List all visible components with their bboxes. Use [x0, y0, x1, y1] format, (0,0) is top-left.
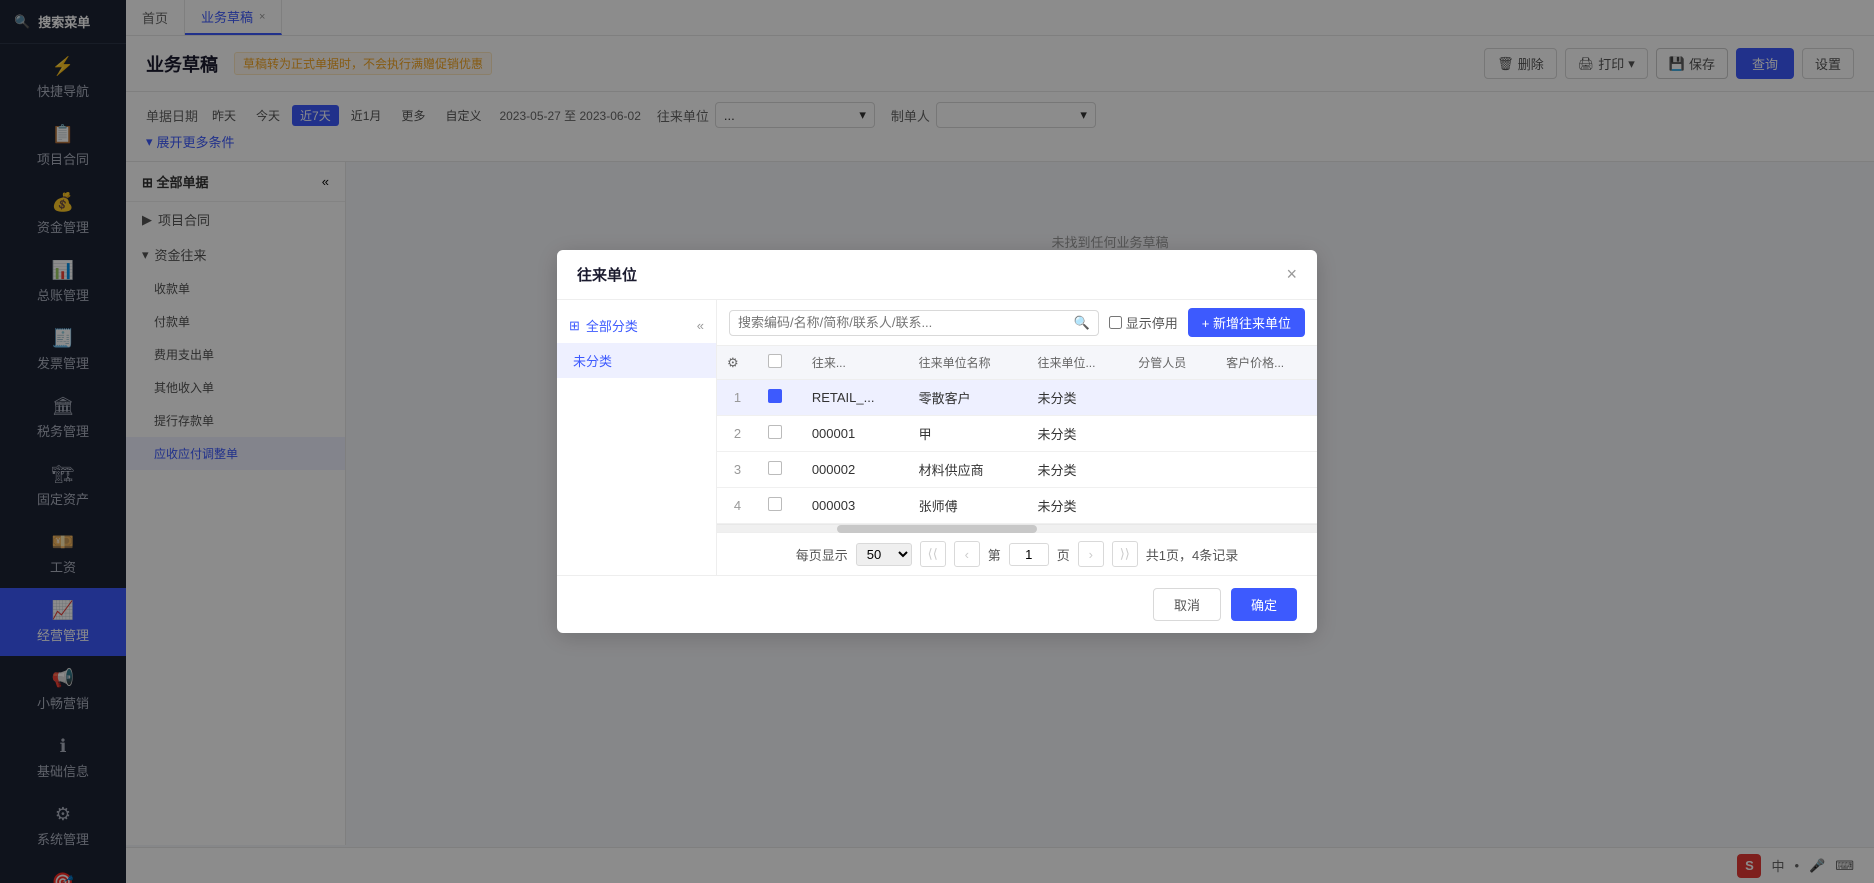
- prev-page-btn[interactable]: ‹: [954, 541, 980, 567]
- row-name: 零散客户: [909, 380, 1028, 416]
- row-select-cb[interactable]: [768, 425, 782, 439]
- row-code: RETAIL_...: [802, 380, 909, 416]
- dialog-toolbar: 🔍 显示停用 + 新增往来单位: [717, 300, 1317, 346]
- row-code: 000003: [802, 488, 909, 524]
- th-category: 往来单位...: [1027, 346, 1128, 380]
- dialog-body: ⊞ 全部分类 « 未分类 🔍 显示停用: [557, 300, 1317, 575]
- th-settings: ⚙: [717, 346, 758, 380]
- row-manager: [1128, 452, 1216, 488]
- th-manager: 分管人员: [1128, 346, 1216, 380]
- row-manager: [1128, 416, 1216, 452]
- category-unclassified[interactable]: 未分类: [557, 343, 716, 378]
- row-category: 未分类: [1027, 452, 1128, 488]
- table-row[interactable]: 2 000001 甲 未分类: [717, 416, 1317, 452]
- dialog-footer: 取消 确定: [557, 575, 1317, 633]
- row-price-level: [1216, 452, 1317, 488]
- dialog-title: 往来单位: [577, 264, 637, 285]
- dialog-close-button[interactable]: ×: [1286, 264, 1297, 285]
- search-box: 🔍: [729, 310, 1099, 336]
- category-all-header[interactable]: ⊞ 全部分类 «: [557, 308, 716, 343]
- row-name: 材料供应商: [909, 452, 1028, 488]
- row-select-cb[interactable]: [768, 461, 782, 475]
- row-category: 未分类: [1027, 488, 1128, 524]
- last-page-btn[interactable]: ⟩⟩: [1112, 541, 1138, 567]
- dialog-header: 往来单位 ×: [557, 250, 1317, 300]
- next-page-btn[interactable]: ›: [1078, 541, 1104, 567]
- per-page-select[interactable]: 50 100: [856, 543, 912, 566]
- search-icon: 🔍: [1074, 315, 1090, 331]
- row-select-cb[interactable]: [768, 497, 782, 511]
- select-all-checkbox[interactable]: [768, 354, 782, 368]
- row-checkbox[interactable]: [758, 488, 802, 524]
- table-header-row: ⚙ 往来... 往来单位名称 往来单位... 分管人员 客户价格...: [717, 346, 1317, 380]
- cancel-button[interactable]: 取消: [1153, 588, 1221, 621]
- row-category: 未分类: [1027, 416, 1128, 452]
- horizontal-scrollbar[interactable]: [717, 524, 1317, 532]
- collapse-btn[interactable]: «: [697, 318, 704, 333]
- table-row[interactable]: 3 000002 材料供应商 未分类: [717, 452, 1317, 488]
- settings-icon: ⚙: [727, 355, 739, 370]
- row-price-level: [1216, 380, 1317, 416]
- row-price-level: [1216, 488, 1317, 524]
- confirm-button[interactable]: 确定: [1231, 588, 1297, 621]
- table-row[interactable]: 4 000003 张师傅 未分类: [717, 488, 1317, 524]
- row-checkbox[interactable]: [758, 416, 802, 452]
- row-price-level: [1216, 416, 1317, 452]
- total-info: 共1页，4条记录: [1146, 545, 1238, 564]
- cat-label: 未分类: [573, 354, 612, 369]
- search-input[interactable]: [738, 315, 1068, 330]
- row-manager: [1128, 488, 1216, 524]
- page-label: 第: [988, 545, 1001, 564]
- partner-dialog: 往来单位 × ⊞ 全部分类 « 未分类: [557, 250, 1317, 633]
- dialog-categories: ⊞ 全部分类 « 未分类: [557, 300, 717, 575]
- row-checkbox[interactable]: [758, 380, 802, 416]
- page-number-input[interactable]: [1009, 543, 1049, 566]
- partner-table: ⚙ 往来... 往来单位名称 往来单位... 分管人员 客户价格... 1: [717, 346, 1317, 524]
- row-name: 甲: [909, 416, 1028, 452]
- first-page-btn[interactable]: ⟨⟨: [920, 541, 946, 567]
- row-num: 4: [717, 488, 758, 524]
- row-code: 000001: [802, 416, 909, 452]
- row-manager: [1128, 380, 1216, 416]
- row-select-cb[interactable]: [768, 389, 782, 403]
- th-price-level: 客户价格...: [1216, 346, 1317, 380]
- add-partner-button[interactable]: + 新增往来单位: [1188, 308, 1305, 337]
- row-checkbox[interactable]: [758, 452, 802, 488]
- row-category: 未分类: [1027, 380, 1128, 416]
- per-page-label: 每页显示: [796, 545, 848, 564]
- row-code: 000002: [802, 452, 909, 488]
- row-name: 张师傅: [909, 488, 1028, 524]
- grid-icon: ⊞: [569, 318, 580, 334]
- show-disabled-label[interactable]: 显示停用: [1109, 313, 1178, 332]
- row-num: 2: [717, 416, 758, 452]
- dialog-overlay: 往来单位 × ⊞ 全部分类 « 未分类: [0, 0, 1874, 883]
- th-name: 往来单位名称: [909, 346, 1028, 380]
- scroll-thumb[interactable]: [837, 525, 1037, 533]
- row-num: 1: [717, 380, 758, 416]
- dialog-right: 🔍 显示停用 + 新增往来单位 ⚙: [717, 300, 1317, 575]
- page-suffix: 页: [1057, 545, 1070, 564]
- table-row[interactable]: 1 RETAIL_... 零散客户 未分类: [717, 380, 1317, 416]
- row-num: 3: [717, 452, 758, 488]
- dialog-table: ⚙ 往来... 往来单位名称 往来单位... 分管人员 客户价格... 1: [717, 346, 1317, 524]
- show-disabled-checkbox[interactable]: [1109, 316, 1122, 329]
- th-code: 往来...: [802, 346, 909, 380]
- th-checkbox: [758, 346, 802, 380]
- pagination: 每页显示 50 100 ⟨⟨ ‹ 第 页 › ⟩⟩ 共1页，4条记录: [717, 532, 1317, 575]
